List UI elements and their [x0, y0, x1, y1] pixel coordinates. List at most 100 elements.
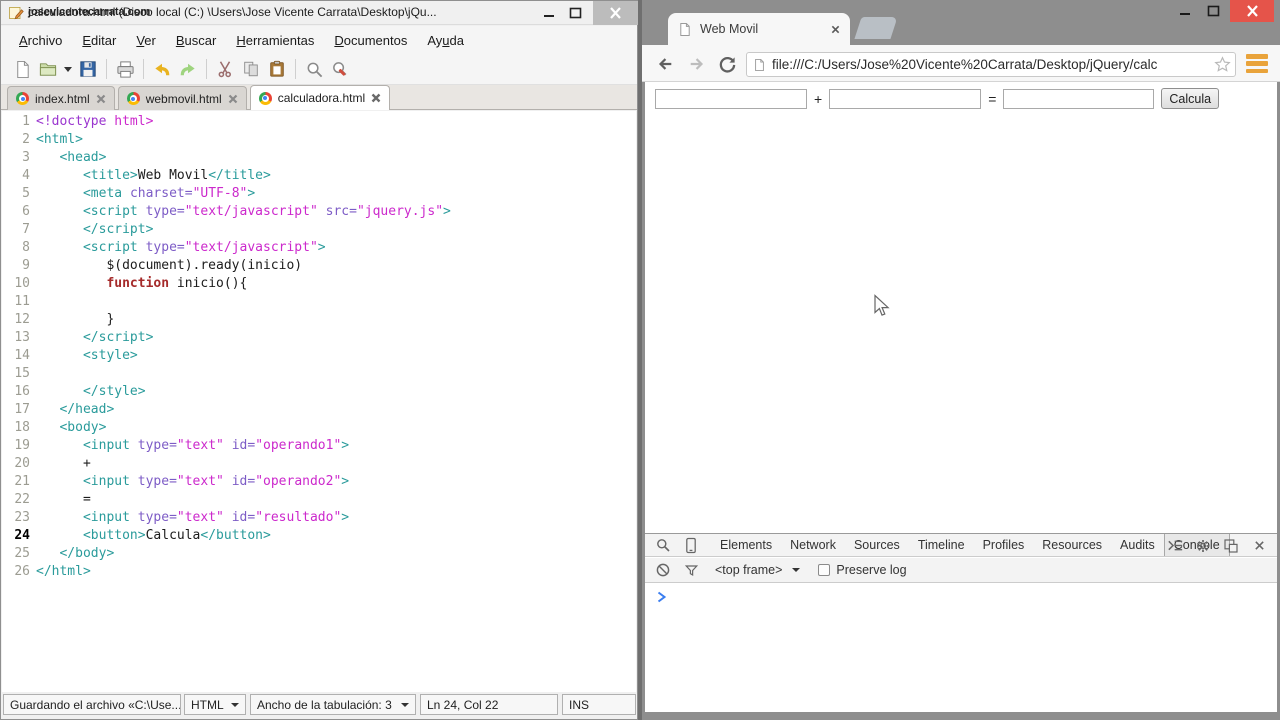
line-number: 10: [14, 276, 30, 291]
code-line: <html>: [36, 132, 83, 147]
browser-tab-close-icon[interactable]: [831, 25, 840, 34]
code-line: </script>: [82, 330, 154, 345]
new-tab-button[interactable]: [854, 17, 898, 39]
open-folder-icon[interactable]: [35, 58, 61, 80]
line-number: 14: [14, 348, 30, 363]
chrome-menu-icon[interactable]: [1246, 54, 1268, 73]
cut-icon[interactable]: [212, 58, 238, 80]
code-editor[interactable]: 1 2 3 4 5 6 7 8 9 10 11 12 13 14 15 16 17 18 19 20 21 22 23 24 2…: [2, 111, 636, 692]
menu-ver[interactable]: Ver: [126, 29, 166, 52]
line-number: 12: [14, 312, 30, 327]
calcula-button[interactable]: Calcula: [1161, 88, 1220, 109]
watermark: josevicentecarrata.com: [28, 6, 151, 18]
editor-tab-calculadora[interactable]: calculadora.html: [249, 85, 391, 110]
editor-tab-webmovil[interactable]: webmovil.html: [117, 86, 247, 110]
bookmark-star-icon[interactable]: [1214, 56, 1231, 73]
line-number: 8: [22, 240, 30, 255]
tab-close-icon[interactable]: [96, 94, 106, 104]
search-icon[interactable]: [301, 58, 327, 80]
line-number: 6: [22, 204, 30, 219]
print-icon[interactable]: [112, 58, 138, 80]
device-mode-icon[interactable]: [677, 534, 705, 556]
plus-sign: +: [814, 90, 823, 107]
toolbar-separator: [295, 59, 296, 79]
devtools-tab-network[interactable]: Network: [781, 534, 845, 556]
frame-selector-arrow-icon[interactable]: [792, 568, 801, 572]
menu-ayuda[interactable]: Ayuda: [417, 29, 474, 52]
browser-tab[interactable]: Web Movil: [668, 13, 850, 45]
editor-maximize-button[interactable]: [563, 1, 587, 25]
forward-button[interactable]: [686, 53, 708, 75]
code-line: <button>Calcula</button>: [82, 528, 271, 543]
address-bar[interactable]: file:///C:/Users/Jose%20Vicente%20Carrat…: [746, 52, 1236, 77]
preserve-log-label[interactable]: Preserve log: [836, 563, 906, 577]
editor-tab-index[interactable]: index.html: [7, 86, 115, 110]
browser-maximize-button[interactable]: [1200, 0, 1226, 22]
editor-app-icon: [8, 5, 24, 21]
devtools-tab-elements[interactable]: Elements: [711, 534, 781, 556]
page-favicon: [680, 22, 690, 36]
url-text[interactable]: file:///C:/Users/Jose%20Vicente%20Carrat…: [772, 57, 1208, 72]
language-mode-select[interactable]: HTML: [184, 694, 246, 715]
devtools-close-icon[interactable]: [1245, 535, 1273, 557]
menu-documentos[interactable]: Documentos: [324, 29, 417, 52]
calculator-row: + = Calcula: [655, 88, 1220, 109]
devtools-tab-sources[interactable]: Sources: [845, 534, 909, 556]
menu-editar[interactable]: Editar: [72, 29, 126, 52]
dock-side-icon[interactable]: [1217, 535, 1245, 557]
insert-mode: INS: [562, 694, 636, 715]
code-line: $(document).ready(inicio): [36, 258, 303, 273]
menu-archivo[interactable]: Archivo: [9, 29, 72, 52]
paste-icon[interactable]: [264, 58, 290, 80]
new-file-icon[interactable]: [9, 58, 35, 80]
toolbar-separator: [106, 59, 107, 79]
page-icon: [755, 58, 764, 71]
search-replace-icon[interactable]: [327, 58, 353, 80]
line-number: 19: [14, 438, 30, 453]
tab-close-icon[interactable]: [371, 93, 381, 103]
browser-minimize-button[interactable]: [1172, 0, 1198, 22]
reload-button[interactable]: [716, 53, 738, 75]
copy-icon[interactable]: [238, 58, 264, 80]
devtools-inspect-icon[interactable]: [649, 534, 677, 556]
line-number: 4: [22, 168, 30, 183]
open-dropdown-icon[interactable]: [61, 58, 75, 80]
frame-selector[interactable]: <top frame>: [715, 563, 782, 577]
operando1-input[interactable]: [655, 88, 807, 109]
console-output[interactable]: [645, 584, 1277, 712]
redo-icon[interactable]: [175, 58, 201, 80]
browser-toolbar: file:///C:/Users/Jose%20Vicente%20Carrat…: [642, 45, 1280, 82]
browser-close-button[interactable]: [1230, 0, 1274, 22]
devtools-tab-audits[interactable]: Audits: [1111, 534, 1164, 556]
clear-console-icon[interactable]: [649, 559, 677, 581]
filter-funnel-icon[interactable]: [677, 559, 705, 581]
devtools-tab-resources[interactable]: Resources: [1033, 534, 1111, 556]
undo-icon[interactable]: [149, 58, 175, 80]
menu-herramientas[interactable]: Herramientas: [226, 29, 324, 52]
cursor-position: Ln 24, Col 22: [420, 694, 558, 715]
preserve-log-checkbox[interactable]: [818, 564, 831, 576]
devtools-tab-profiles[interactable]: Profiles: [974, 534, 1034, 556]
code-line: <title>Web Movil</title>: [82, 168, 271, 183]
menu-buscar[interactable]: Buscar: [166, 29, 226, 52]
code-lines: <!doctype html> <html> <head> <title>Web …: [36, 111, 451, 692]
operando2-input[interactable]: [829, 88, 982, 109]
console-drawer-icon[interactable]: [1161, 535, 1189, 557]
editor-titlebar[interactable]: calculadora.html (Disco local (C:) \User…: [1, 1, 638, 25]
devtools-tab-timeline[interactable]: Timeline: [909, 534, 974, 556]
settings-gear-icon[interactable]: [1189, 535, 1217, 557]
back-button[interactable]: [654, 53, 676, 75]
save-icon[interactable]: [75, 58, 101, 80]
code-line: <head>: [59, 150, 107, 165]
code-line: </style>: [82, 384, 146, 399]
resultado-input[interactable]: [1003, 88, 1155, 109]
editor-tab-label: calculadora.html: [277, 91, 366, 105]
line-number: 23: [14, 510, 30, 525]
editor-minimize-button[interactable]: [537, 1, 561, 25]
tab-close-icon[interactable]: [228, 94, 238, 104]
tab-width-select[interactable]: Ancho de la tabulación: 3: [250, 694, 416, 715]
devtools-tabbar: Elements Network Sources Timeline Profil…: [645, 534, 1277, 557]
dropdown-arrow-icon: [401, 702, 409, 707]
editor-menubar: Archivo Editar Ver Buscar Herramientas Docume…: [1, 26, 637, 54]
editor-close-button[interactable]: [593, 1, 638, 25]
